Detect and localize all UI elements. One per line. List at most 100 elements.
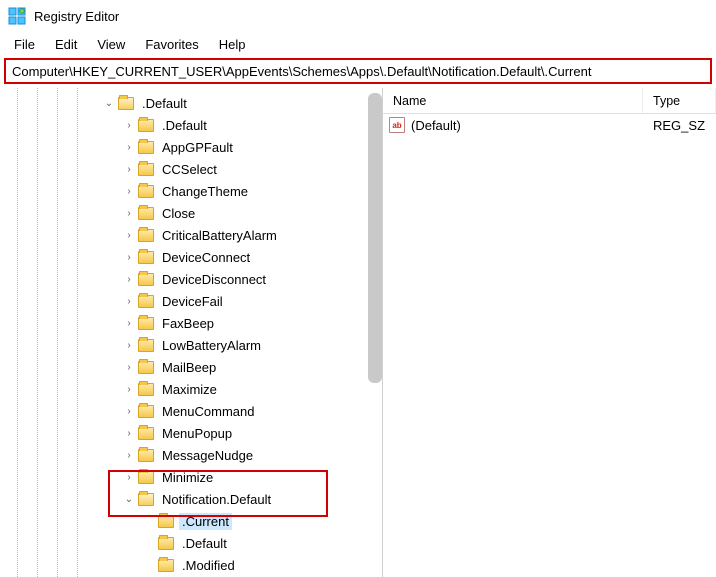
col-header-type[interactable]: Type <box>643 88 716 113</box>
chevron-right-icon[interactable]: › <box>122 360 136 374</box>
tree-item--current[interactable]: .Current <box>0 510 382 532</box>
tree-label: Minimize <box>159 469 216 486</box>
menu-view[interactable]: View <box>89 35 133 54</box>
tree-label: Maximize <box>159 381 220 398</box>
tree-label: LowBatteryAlarm <box>159 337 264 354</box>
tree-label: MenuCommand <box>159 403 258 420</box>
tree-pane[interactable]: ⌄.Default›.Default›AppGPFault›CCSelect›C… <box>0 88 382 577</box>
folder-icon <box>138 317 154 330</box>
chevron-right-icon[interactable]: › <box>122 272 136 286</box>
chevron-right-icon[interactable]: › <box>122 228 136 242</box>
folder-icon <box>158 515 174 528</box>
tree-label: ChangeTheme <box>159 183 251 200</box>
value-type: REG_SZ <box>643 118 716 133</box>
tree-item--default[interactable]: ⌄ .Default <box>0 92 382 114</box>
tree-item-devicefail[interactable]: › DeviceFail <box>0 290 382 312</box>
tree-item-maximize[interactable]: › Maximize <box>0 378 382 400</box>
folder-icon <box>138 449 154 462</box>
chevron-right-icon[interactable]: › <box>122 382 136 396</box>
folder-icon <box>138 493 154 506</box>
folder-icon <box>138 119 154 132</box>
tree-label: CCSelect <box>159 161 220 178</box>
tree-item-notification-default[interactable]: ⌄ Notification.Default <box>0 488 382 510</box>
chevron-right-icon[interactable]: › <box>122 470 136 484</box>
chevron-down-icon[interactable]: ⌄ <box>102 96 116 110</box>
tree-label: CriticalBatteryAlarm <box>159 227 280 244</box>
folder-icon <box>138 405 154 418</box>
chevron-right-icon[interactable]: › <box>122 250 136 264</box>
tree-item-changetheme[interactable]: › ChangeTheme <box>0 180 382 202</box>
tree-label: .Default <box>139 95 190 112</box>
address-text: Computer\HKEY_CURRENT_USER\AppEvents\Sch… <box>12 64 591 79</box>
tree-label: DeviceConnect <box>159 249 253 266</box>
tree-label: Notification.Default <box>159 491 274 508</box>
list-header: Name Type <box>383 88 716 114</box>
app-icon <box>8 7 26 25</box>
titlebar: Registry Editor <box>0 0 716 32</box>
chevron-right-icon[interactable]: › <box>122 184 136 198</box>
tree-item--modified[interactable]: .Modified <box>0 554 382 576</box>
chevron-right-icon[interactable]: › <box>122 426 136 440</box>
tree-item-faxbeep[interactable]: › FaxBeep <box>0 312 382 334</box>
window-title: Registry Editor <box>34 9 119 24</box>
chevron-right-icon[interactable]: › <box>122 294 136 308</box>
tree-label: Close <box>159 205 198 222</box>
chevron-right-icon[interactable]: › <box>122 404 136 418</box>
folder-icon <box>138 361 154 374</box>
tree-item-close[interactable]: › Close <box>0 202 382 224</box>
address-bar[interactable]: Computer\HKEY_CURRENT_USER\AppEvents\Sch… <box>4 58 712 84</box>
folder-icon <box>138 339 154 352</box>
chevron-right-icon[interactable]: › <box>122 316 136 330</box>
tree-item-appgpfault[interactable]: ›AppGPFault <box>0 136 382 158</box>
menubar: File Edit View Favorites Help <box>0 32 716 56</box>
menu-edit[interactable]: Edit <box>47 35 85 54</box>
folder-icon <box>138 207 154 220</box>
tree-item-menucommand[interactable]: › MenuCommand <box>0 400 382 422</box>
list-row[interactable]: ab (Default) REG_SZ <box>383 114 716 136</box>
tree-label: DeviceFail <box>159 293 226 310</box>
folder-icon <box>118 97 134 110</box>
chevron-right-icon[interactable]: › <box>122 206 136 220</box>
tree-item-menupopup[interactable]: › MenuPopup <box>0 422 382 444</box>
scrollbar[interactable] <box>368 93 382 383</box>
tree-item-devicedisconnect[interactable]: ›DeviceDisconnect <box>0 268 382 290</box>
tree-label: .Default <box>179 535 230 552</box>
tree: ⌄.Default›.Default›AppGPFault›CCSelect›C… <box>0 92 382 576</box>
tree-item-ccselect[interactable]: › CCSelect <box>0 158 382 180</box>
string-value-icon: ab <box>389 117 405 133</box>
chevron-down-icon[interactable]: ⌄ <box>122 492 136 506</box>
folder-icon <box>138 383 154 396</box>
tree-label: .Modified <box>179 557 238 574</box>
tree-item-deviceconnect[interactable]: › DeviceConnect <box>0 246 382 268</box>
tree-label: FaxBeep <box>159 315 217 332</box>
list-body: ab (Default) REG_SZ <box>383 114 716 577</box>
chevron-right-icon[interactable]: › <box>122 140 136 154</box>
menu-favorites[interactable]: Favorites <box>137 35 206 54</box>
chevron-right-icon[interactable]: › <box>122 448 136 462</box>
col-header-name[interactable]: Name <box>383 88 643 113</box>
tree-item-minimize[interactable]: › Minimize <box>0 466 382 488</box>
tree-label: MessageNudge <box>159 447 256 464</box>
folder-icon <box>158 537 174 550</box>
tree-label: .Default <box>159 117 210 134</box>
tree-item--default[interactable]: .Default <box>0 532 382 554</box>
chevron-right-icon[interactable]: › <box>122 338 136 352</box>
folder-icon <box>138 471 154 484</box>
tree-label: MenuPopup <box>159 425 235 442</box>
chevron-right-icon[interactable]: › <box>122 118 136 132</box>
folder-icon <box>138 141 154 154</box>
content: ⌄.Default›.Default›AppGPFault›CCSelect›C… <box>0 88 716 577</box>
menu-file[interactable]: File <box>6 35 43 54</box>
folder-icon <box>158 559 174 572</box>
menu-help[interactable]: Help <box>211 35 254 54</box>
folder-icon <box>138 163 154 176</box>
chevron-right-icon[interactable]: › <box>122 162 136 176</box>
tree-item-lowbatteryalarm[interactable]: › LowBatteryAlarm <box>0 334 382 356</box>
tree-item-messagenudge[interactable]: › MessageNudge <box>0 444 382 466</box>
tree-item-mailbeep[interactable]: › MailBeep <box>0 356 382 378</box>
tree-item--default[interactable]: › .Default <box>0 114 382 136</box>
tree-label: .Current <box>179 513 232 530</box>
tree-item-criticalbatteryalarm[interactable]: › CriticalBatteryAlarm <box>0 224 382 246</box>
tree-label: MailBeep <box>159 359 219 376</box>
folder-icon <box>138 185 154 198</box>
